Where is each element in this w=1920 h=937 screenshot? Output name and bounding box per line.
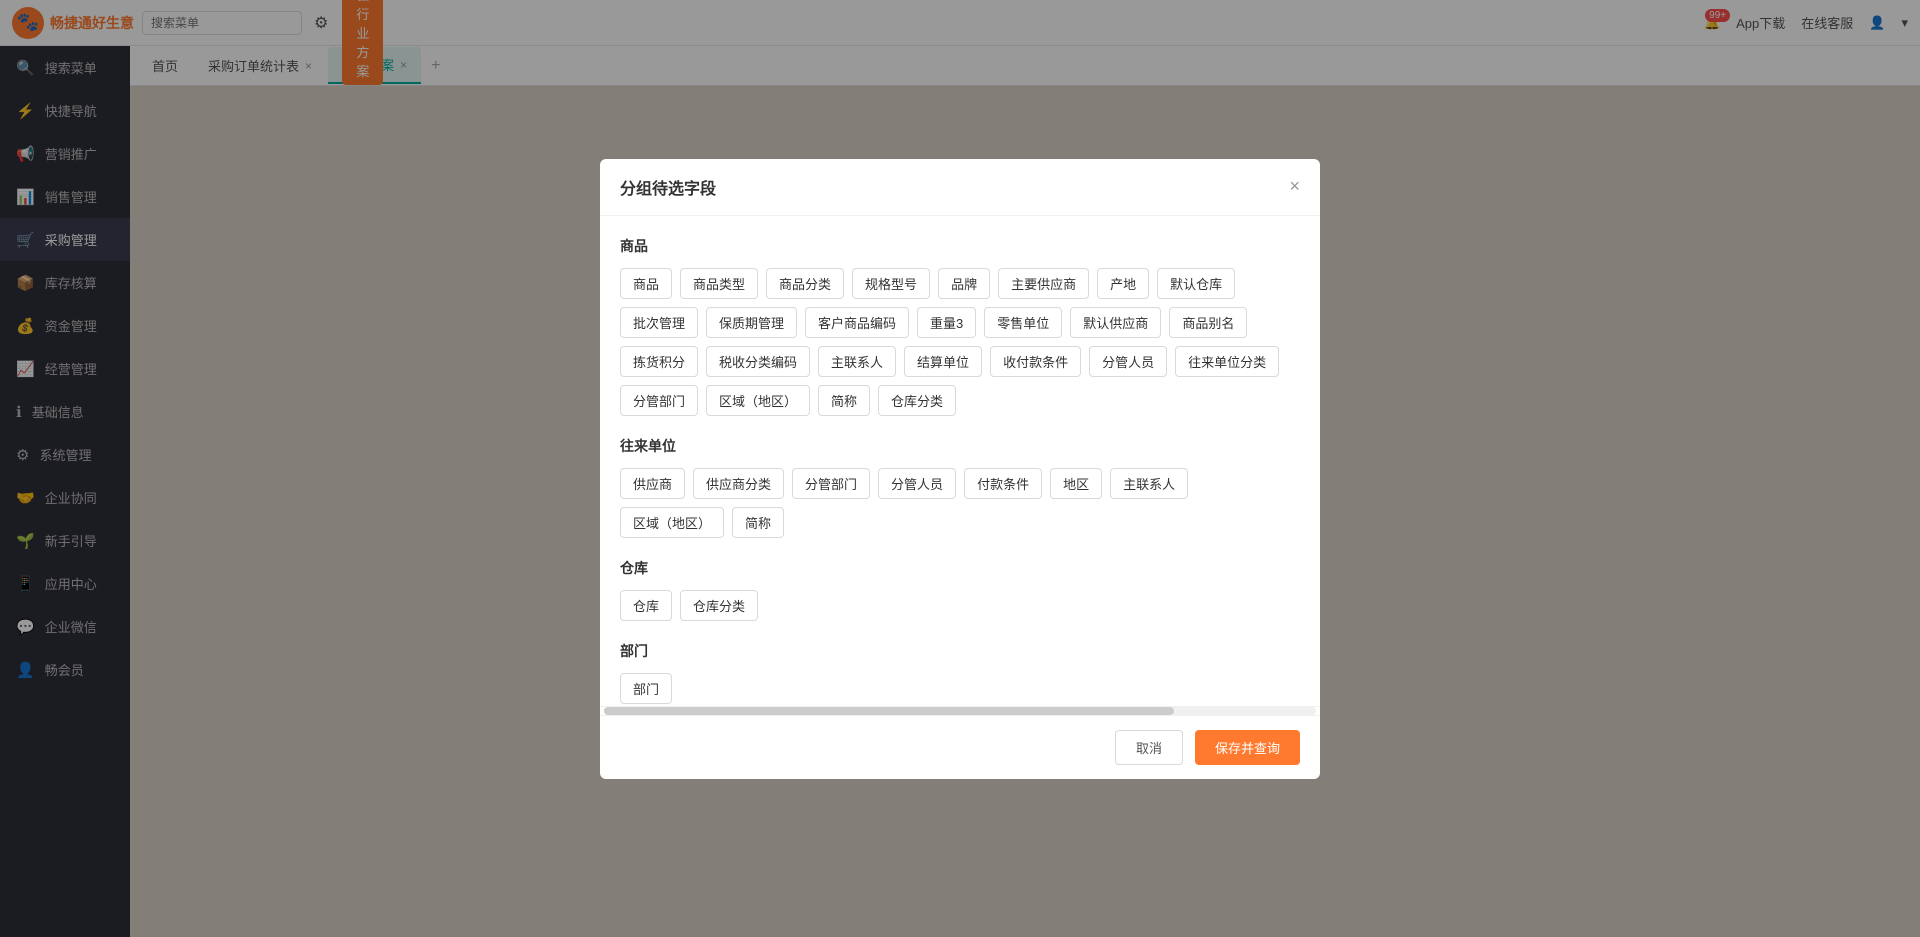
- horizontal-scrollbar-thumb: [604, 707, 1174, 715]
- field-tag[interactable]: 零售单位: [984, 307, 1062, 338]
- field-tag[interactable]: 供应商分类: [693, 468, 784, 499]
- field-tag[interactable]: 收付款条件: [990, 346, 1081, 377]
- field-tag[interactable]: 分管人员: [878, 468, 956, 499]
- field-tag[interactable]: 商品别名: [1169, 307, 1247, 338]
- modal-overlay: 分组待选字段 × 商品 商品 商品类型 商品分类 规格型号 品牌 主要供应商 产…: [0, 0, 1920, 937]
- modal-close-icon[interactable]: ×: [1289, 176, 1300, 197]
- field-tag[interactable]: 产地: [1097, 268, 1149, 299]
- field-tag[interactable]: 主要供应商: [998, 268, 1089, 299]
- field-tag[interactable]: 批次管理: [620, 307, 698, 338]
- field-tag[interactable]: 简称: [732, 507, 784, 538]
- department-fields: 部门: [620, 673, 1300, 704]
- modal-header: 分组待选字段 ×: [600, 159, 1320, 216]
- modal-body: 商品 商品 商品类型 商品分类 规格型号 品牌 主要供应商 产地 默认仓库 批次…: [600, 216, 1320, 706]
- section-warehouse-title: 仓库: [620, 558, 1300, 578]
- field-tag[interactable]: 主联系人: [818, 346, 896, 377]
- confirm-button[interactable]: 保存并查询: [1195, 730, 1300, 765]
- modal-title: 分组待选字段: [620, 175, 716, 199]
- section-product-title: 商品: [620, 236, 1300, 256]
- field-tag[interactable]: 付款条件: [964, 468, 1042, 499]
- cancel-button[interactable]: 取消: [1115, 730, 1183, 765]
- field-tag[interactable]: 商品: [620, 268, 672, 299]
- field-tag[interactable]: 重量3: [917, 307, 976, 338]
- field-tag[interactable]: 供应商: [620, 468, 685, 499]
- field-select-modal: 分组待选字段 × 商品 商品 商品类型 商品分类 规格型号 品牌 主要供应商 产…: [600, 159, 1320, 779]
- field-tag[interactable]: 默认仓库: [1157, 268, 1235, 299]
- product-fields: 商品 商品类型 商品分类 规格型号 品牌 主要供应商 产地 默认仓库 批次管理 …: [620, 268, 1300, 416]
- modal-footer: 取消 保存并查询: [600, 715, 1320, 779]
- field-tag[interactable]: 商品分类: [766, 268, 844, 299]
- partner-fields: 供应商 供应商分类 分管部门 分管人员 付款条件 地区 主联系人 区域（地区） …: [620, 468, 1300, 538]
- modal-scroll-bottom: [600, 706, 1320, 715]
- section-product: 商品 商品 商品类型 商品分类 规格型号 品牌 主要供应商 产地 默认仓库 批次…: [620, 236, 1300, 416]
- field-tag[interactable]: 部门: [620, 673, 672, 704]
- field-tag[interactable]: 仓库分类: [680, 590, 758, 621]
- field-tag[interactable]: 拣货积分: [620, 346, 698, 377]
- section-department-title: 部门: [620, 641, 1300, 661]
- field-tag[interactable]: 简称: [818, 385, 870, 416]
- field-tag[interactable]: 保质期管理: [706, 307, 797, 338]
- field-tag[interactable]: 默认供应商: [1070, 307, 1161, 338]
- field-tag[interactable]: 地区: [1050, 468, 1102, 499]
- field-tag[interactable]: 分管人员: [1089, 346, 1167, 377]
- field-tag[interactable]: 商品类型: [680, 268, 758, 299]
- field-tag[interactable]: 分管部门: [792, 468, 870, 499]
- section-department: 部门 部门: [620, 641, 1300, 704]
- warehouse-fields: 仓库 仓库分类: [620, 590, 1300, 621]
- section-warehouse: 仓库 仓库 仓库分类: [620, 558, 1300, 621]
- field-tag[interactable]: 规格型号: [852, 268, 930, 299]
- field-tag[interactable]: 分管部门: [620, 385, 698, 416]
- field-tag[interactable]: 区域（地区）: [706, 385, 810, 416]
- field-tag[interactable]: 主联系人: [1110, 468, 1188, 499]
- horizontal-scrollbar[interactable]: [604, 707, 1316, 715]
- field-tag[interactable]: 品牌: [938, 268, 990, 299]
- field-tag[interactable]: 仓库分类: [878, 385, 956, 416]
- section-partner-title: 往来单位: [620, 436, 1300, 456]
- field-tag[interactable]: 税收分类编码: [706, 346, 810, 377]
- field-tag[interactable]: 结算单位: [904, 346, 982, 377]
- field-tag[interactable]: 客户商品编码: [805, 307, 909, 338]
- field-tag[interactable]: 仓库: [620, 590, 672, 621]
- field-tag[interactable]: 往来单位分类: [1175, 346, 1279, 377]
- section-partner: 往来单位 供应商 供应商分类 分管部门 分管人员 付款条件 地区 主联系人 区域…: [620, 436, 1300, 538]
- field-tag[interactable]: 区域（地区）: [620, 507, 724, 538]
